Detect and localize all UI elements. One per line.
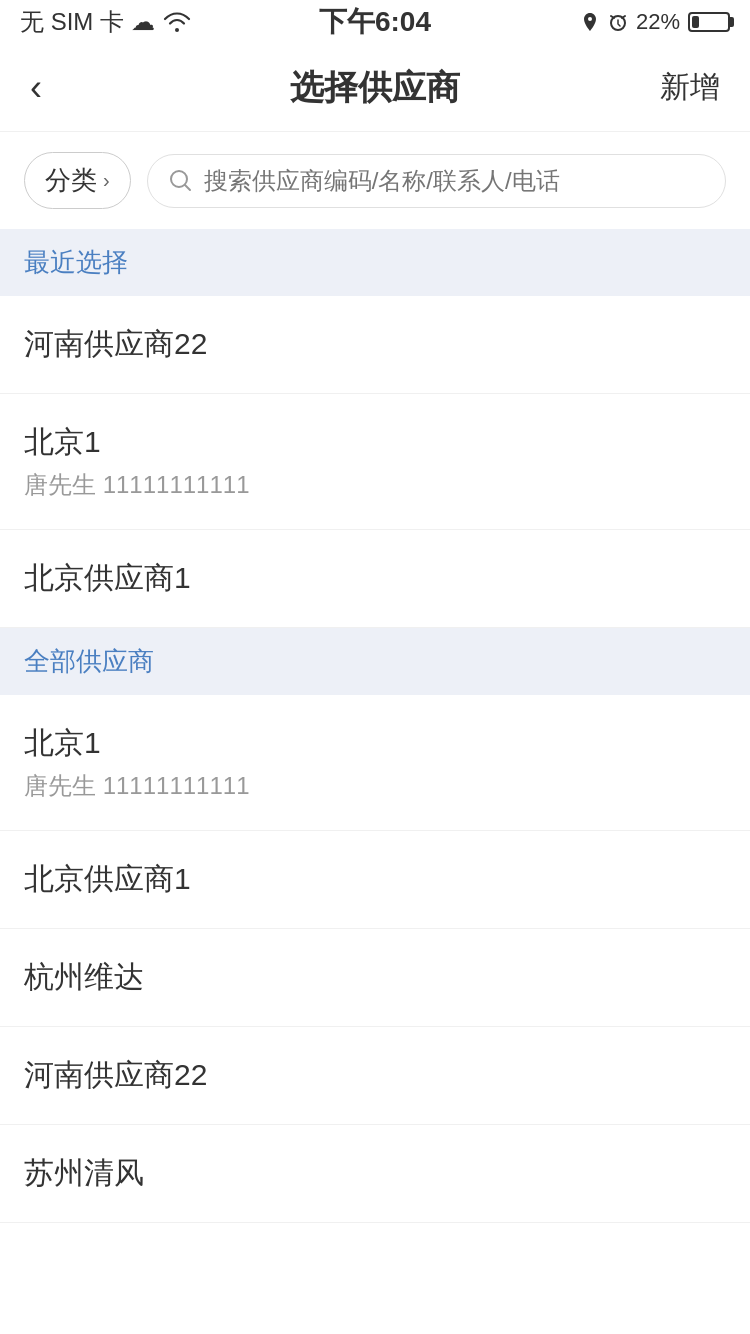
item-name: 北京供应商1 bbox=[24, 859, 726, 900]
item-name: 河南供应商22 bbox=[24, 1055, 726, 1096]
status-left: 无 SIM 卡 ☁ bbox=[20, 6, 191, 38]
all-list-item[interactable]: 苏州清风 bbox=[0, 1125, 750, 1223]
wifi-icon bbox=[163, 12, 191, 32]
all-list: 北京1 唐先生 11111111111 北京供应商1 杭州维达河南供应商22 苏州清风 bbox=[0, 695, 750, 1223]
all-section-header: 全部供应商 bbox=[0, 628, 750, 695]
recent-list-item[interactable]: 北京供应商1 bbox=[0, 530, 750, 628]
item-name: 杭州维达 bbox=[24, 957, 726, 998]
page-title: 选择供应商 bbox=[290, 65, 460, 111]
status-bar: 无 SIM 卡 ☁ 下午6:04 22% bbox=[0, 0, 750, 44]
recent-list-item[interactable]: 北京1 唐先生 11111111111 bbox=[0, 394, 750, 530]
recent-list-item[interactable]: 河南供应商22 bbox=[0, 296, 750, 394]
category-label: 分类 bbox=[45, 163, 97, 198]
item-sub: 唐先生 11111111111 bbox=[24, 770, 726, 802]
battery-icon bbox=[688, 12, 730, 32]
battery-percent: 22% bbox=[636, 9, 680, 35]
recent-section-header: 最近选择 bbox=[0, 229, 750, 296]
nav-bar: ‹ 选择供应商 新增 bbox=[0, 44, 750, 132]
search-icon bbox=[168, 168, 194, 194]
status-right: 22% bbox=[580, 9, 730, 35]
alarm-icon bbox=[608, 11, 628, 33]
status-time: 下午6:04 bbox=[319, 3, 431, 41]
location-icon bbox=[580, 11, 600, 33]
recent-list: 河南供应商22 北京1 唐先生 11111111111 北京供应商1 bbox=[0, 296, 750, 628]
all-list-item[interactable]: 北京1 唐先生 11111111111 bbox=[0, 695, 750, 831]
item-name: 北京1 bbox=[24, 723, 726, 764]
no-sim-label: 无 SIM 卡 ☁ bbox=[20, 6, 155, 38]
all-list-item[interactable]: 北京供应商1 bbox=[0, 831, 750, 929]
item-name: 北京供应商1 bbox=[24, 558, 726, 599]
item-name: 北京1 bbox=[24, 422, 726, 463]
all-list-item[interactable]: 杭州维达 bbox=[0, 929, 750, 1027]
all-list-item[interactable]: 河南供应商22 bbox=[0, 1027, 750, 1125]
search-box bbox=[147, 154, 726, 208]
add-button[interactable]: 新增 bbox=[660, 67, 720, 108]
back-button[interactable]: ‹ bbox=[30, 67, 90, 109]
category-button[interactable]: 分类 › bbox=[24, 152, 131, 209]
chevron-right-icon: › bbox=[103, 169, 110, 192]
filter-bar: 分类 › bbox=[0, 132, 750, 229]
item-name: 苏州清风 bbox=[24, 1153, 726, 1194]
item-name: 河南供应商22 bbox=[24, 324, 726, 365]
search-input[interactable] bbox=[204, 167, 705, 195]
item-sub: 唐先生 11111111111 bbox=[24, 469, 726, 501]
